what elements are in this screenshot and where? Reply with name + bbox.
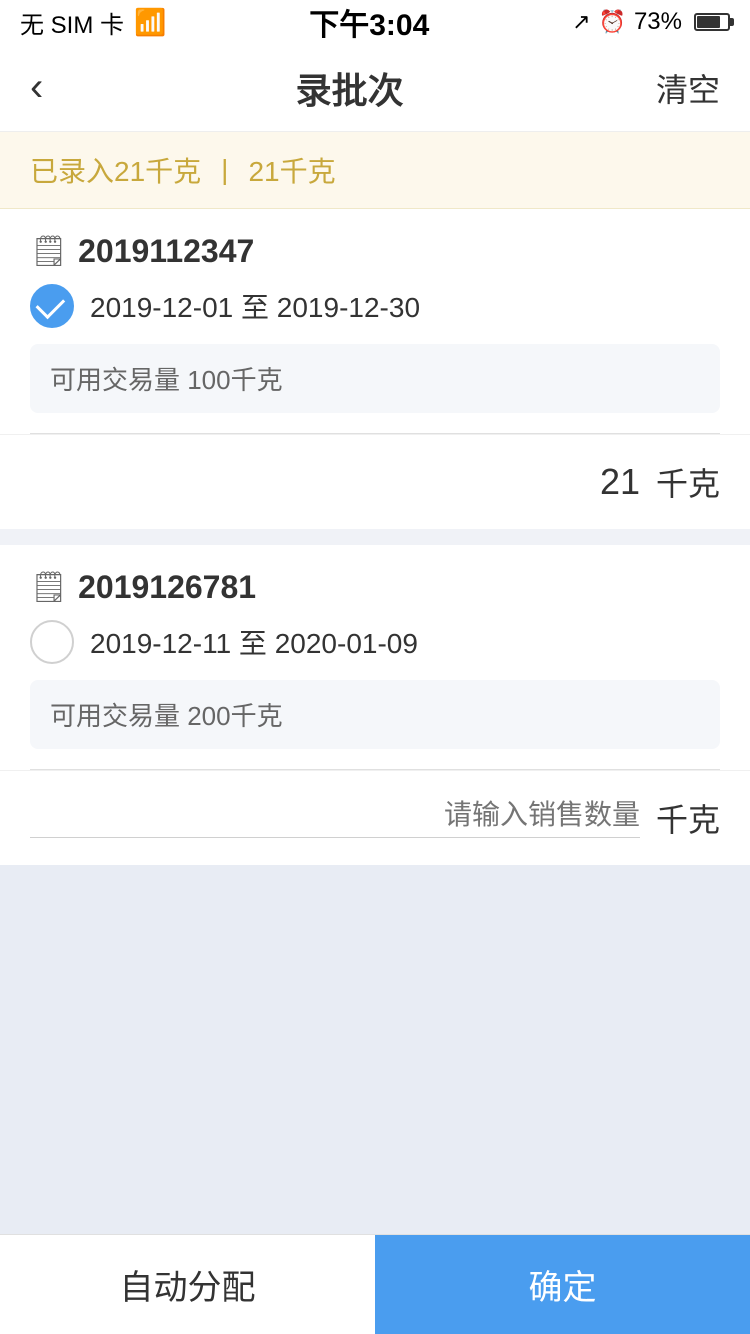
recorded-label: 已录入21千克 — [30, 150, 201, 190]
batch2-input-wrapper[interactable] — [30, 799, 640, 838]
auto-distribute-button[interactable]: 自动分配 — [0, 1235, 375, 1334]
status-bar: 无 SIM 卡 📶 下午3:04 ↗ ⏰ 73% — [0, 0, 750, 44]
batch-item-1: 🗒 2019112347 2019-12-01 至 2019-12-30 可用交… — [0, 209, 750, 529]
batch2-unit: 千克 — [656, 795, 720, 841]
batch1-id-row: 🗒 2019112347 — [30, 233, 720, 270]
batch2-amount-row: 千克 — [0, 770, 750, 865]
bottom-buttons: 自动分配 确定 — [0, 1234, 750, 1334]
info-bar: 已录入21千克 | 21千克 — [0, 132, 750, 209]
batch1-radio[interactable] — [30, 284, 74, 328]
wifi-icon: 📶 — [134, 7, 166, 38]
batch1-date-row[interactable]: 2019-12-01 至 2019-12-30 — [30, 284, 720, 328]
batch2-icon: 🗒 — [30, 570, 68, 605]
batch2-date-row[interactable]: 2019-12-11 至 2020-01-09 — [30, 620, 720, 664]
alarm-icon: ⏰ — [599, 9, 626, 35]
battery-icon — [694, 13, 730, 31]
back-button[interactable]: ‹ — [30, 65, 43, 110]
location-icon: ↗ — [572, 9, 590, 35]
batch1-available: 可用交易量 100千克 — [30, 344, 720, 413]
page-title: 录批次 — [296, 62, 404, 114]
info-divider: | — [221, 154, 228, 186]
batch2-available: 可用交易量 200千克 — [30, 680, 720, 749]
batch2-radio[interactable] — [30, 620, 74, 664]
confirm-button[interactable]: 确定 — [375, 1235, 750, 1334]
batch1-amount-value: 21 — [600, 461, 640, 503]
clear-button[interactable]: 清空 — [656, 65, 720, 111]
status-left: 无 SIM 卡 📶 — [20, 5, 166, 40]
sim-status: 无 SIM 卡 — [20, 5, 124, 40]
batch2-amount-input[interactable] — [279, 799, 640, 831]
batch1-date: 2019-12-01 至 2019-12-30 — [90, 286, 420, 326]
time-display: 下午3:04 — [309, 0, 429, 44]
nav-bar: ‹ 录批次 清空 — [0, 44, 750, 132]
battery-percent: 73% — [634, 8, 682, 36]
separator-1 — [0, 529, 750, 545]
info-amount: 21千克 — [248, 150, 335, 190]
batch1-unit: 千克 — [656, 459, 720, 505]
batch1-icon: 🗒 — [30, 234, 68, 269]
batch-item-2: 🗒 2019126781 2019-12-11 至 2020-01-09 可用交… — [0, 545, 750, 865]
batch2-date: 2019-12-11 至 2020-01-09 — [90, 622, 418, 662]
batch1-amount-row: 21 千克 — [0, 434, 750, 529]
status-right: ↗ ⏰ 73% — [572, 8, 730, 36]
batch2-id: 2019126781 — [78, 569, 256, 606]
batch1-id: 2019112347 — [78, 233, 254, 270]
batch2-id-row: 🗒 2019126781 — [30, 569, 720, 606]
input-underline — [30, 837, 640, 838]
